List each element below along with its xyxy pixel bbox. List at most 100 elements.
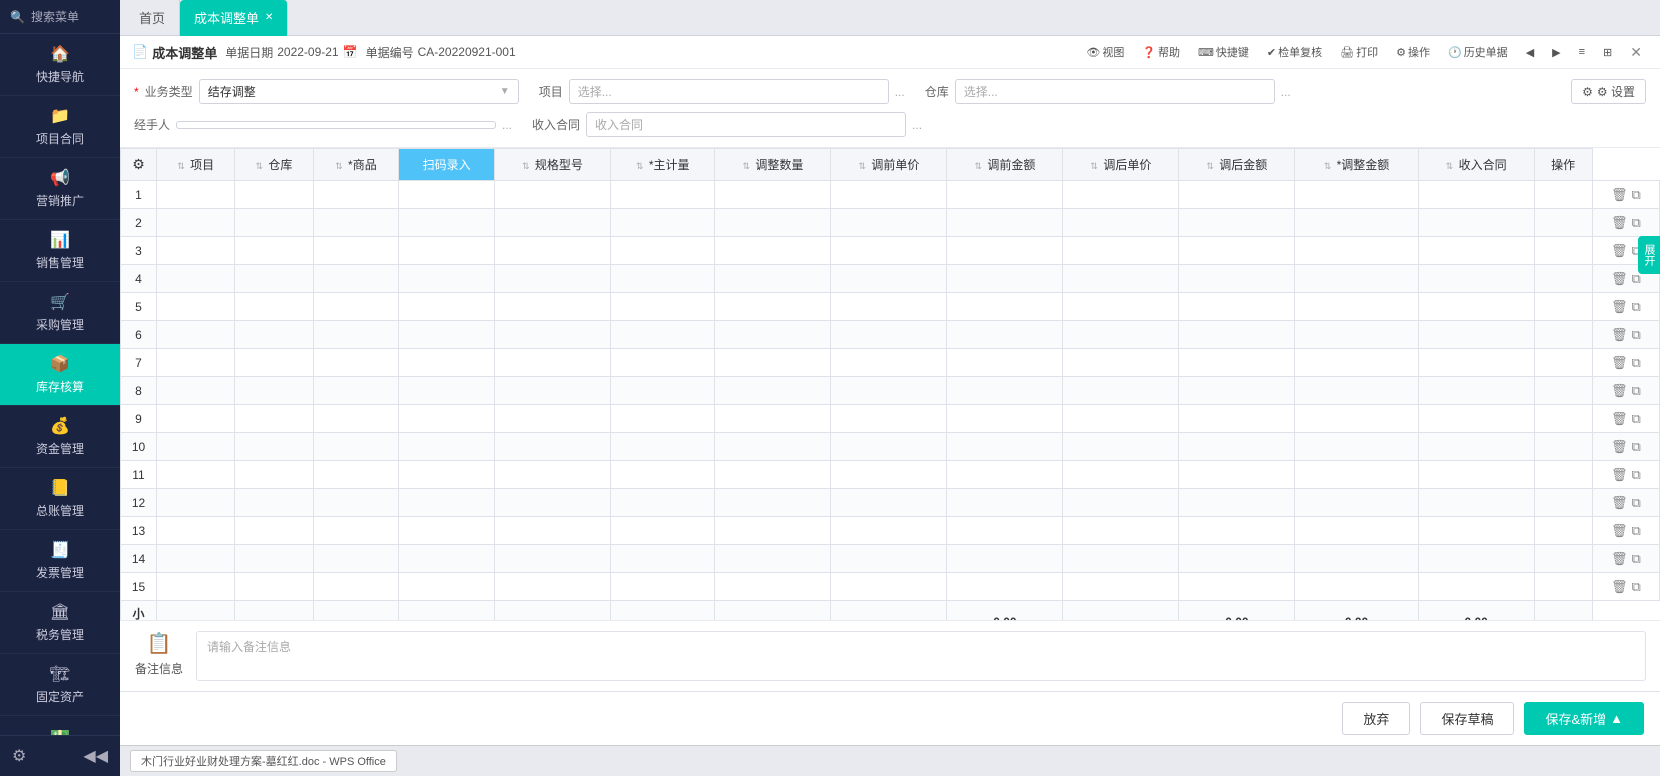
tab-cost-adjust[interactable]: 成本调整单 ✕: [180, 0, 288, 36]
settings-button[interactable]: ⚙ ⚙ 设置: [1571, 79, 1646, 104]
tab-home[interactable]: 首页: [125, 0, 180, 36]
copy-btn[interactable]: ⧉: [1631, 383, 1640, 399]
table-cell[interactable]: [1063, 461, 1179, 489]
table-cell[interactable]: [610, 405, 714, 433]
col-pre-amount[interactable]: ⇅ 调前金额: [947, 149, 1063, 181]
table-cell[interactable]: [495, 461, 611, 489]
table-cell[interactable]: [610, 293, 714, 321]
sidebar-item-inventory[interactable]: 📦 库存核算: [0, 344, 120, 406]
table-cell[interactable]: [831, 489, 947, 517]
table-cell[interactable]: [947, 181, 1063, 209]
table-cell[interactable]: [313, 545, 399, 573]
table-cell[interactable]: [1179, 321, 1295, 349]
table-cell[interactable]: [831, 573, 947, 601]
table-cell[interactable]: [1534, 433, 1592, 461]
table-cell[interactable]: [495, 433, 611, 461]
delete-btn[interactable]: 🗑: [1611, 327, 1628, 343]
table-cell[interactable]: [1295, 293, 1418, 321]
table-cell[interactable]: [715, 545, 831, 573]
table-cell[interactable]: [1179, 265, 1295, 293]
col-post-amount[interactable]: ⇅ 调后金额: [1179, 149, 1295, 181]
nav-next-btn[interactable]: ▶: [1546, 44, 1566, 61]
table-cell[interactable]: [1063, 545, 1179, 573]
table-cell[interactable]: [1534, 405, 1592, 433]
delete-btn[interactable]: 🗑: [1611, 355, 1628, 371]
view-list-btn[interactable]: ≡: [1573, 44, 1591, 60]
col-product[interactable]: ⇅ *商品: [313, 149, 399, 181]
table-cell[interactable]: [831, 349, 947, 377]
table-cell[interactable]: [495, 517, 611, 545]
table-cell[interactable]: [399, 545, 495, 573]
copy-btn[interactable]: ⧉: [1631, 439, 1640, 455]
table-cell[interactable]: [313, 433, 399, 461]
table-cell[interactable]: [1179, 573, 1295, 601]
table-cell[interactable]: [715, 237, 831, 265]
table-cell[interactable]: [1534, 321, 1592, 349]
delete-btn[interactable]: 🗑: [1611, 551, 1628, 567]
table-cell[interactable]: [399, 181, 495, 209]
table-cell[interactable]: [235, 349, 313, 377]
table-cell[interactable]: [313, 517, 399, 545]
table-cell[interactable]: [1179, 405, 1295, 433]
table-cell[interactable]: [1295, 461, 1418, 489]
table-cell[interactable]: [1295, 545, 1418, 573]
taskbar-wps-item[interactable]: 木门行业好业财处理方案-墓红红.doc - WPS Office: [130, 750, 397, 772]
table-cell[interactable]: [313, 377, 399, 405]
table-cell[interactable]: [1295, 349, 1418, 377]
green-tag[interactable]: 展开: [1638, 236, 1660, 274]
save-new-button[interactable]: 保存&新增 ▲: [1524, 702, 1644, 735]
sidebar-item-project-contract[interactable]: 📁 项目合同: [0, 96, 120, 158]
table-cell[interactable]: [715, 293, 831, 321]
table-cell[interactable]: [1418, 293, 1534, 321]
table-cell[interactable]: [715, 489, 831, 517]
table-cell[interactable]: [157, 293, 235, 321]
table-cell[interactable]: [235, 209, 313, 237]
table-cell[interactable]: [495, 545, 611, 573]
table-cell[interactable]: [235, 517, 313, 545]
handler-input[interactable]: [176, 121, 496, 129]
table-cell[interactable]: [157, 573, 235, 601]
table-cell[interactable]: [610, 461, 714, 489]
table-cell[interactable]: [1534, 209, 1592, 237]
sidebar-item-quick-nav[interactable]: 🏠 快捷导航: [0, 34, 120, 96]
table-cell[interactable]: [1295, 181, 1418, 209]
table-cell[interactable]: [399, 209, 495, 237]
copy-btn[interactable]: ⧉: [1631, 495, 1640, 511]
table-cell[interactable]: [235, 433, 313, 461]
table-cell[interactable]: [157, 433, 235, 461]
copy-btn[interactable]: ⧉: [1631, 355, 1640, 371]
table-cell[interactable]: [947, 545, 1063, 573]
table-cell[interactable]: [313, 265, 399, 293]
income-contract-dots[interactable]: ...: [912, 118, 922, 132]
table-cell[interactable]: [947, 377, 1063, 405]
check-btn[interactable]: ✔ 检单复核: [1261, 42, 1328, 62]
view-btn[interactable]: 👁 视图: [1080, 42, 1130, 62]
table-cell[interactable]: [399, 321, 495, 349]
table-cell[interactable]: [495, 237, 611, 265]
table-cell[interactable]: [495, 321, 611, 349]
table-cell[interactable]: [715, 573, 831, 601]
project-dots[interactable]: ...: [895, 85, 905, 99]
table-cell[interactable]: [831, 377, 947, 405]
income-contract-input[interactable]: 收入合同: [586, 112, 906, 137]
table-cell[interactable]: [1179, 517, 1295, 545]
col-scan[interactable]: 扫码录入: [399, 149, 495, 181]
table-cell[interactable]: [1418, 545, 1534, 573]
col-warehouse[interactable]: ⇅ 仓库: [235, 149, 313, 181]
copy-btn[interactable]: ⧉: [1631, 327, 1640, 343]
table-cell[interactable]: [715, 209, 831, 237]
table-cell[interactable]: [1418, 265, 1534, 293]
table-cell[interactable]: [157, 489, 235, 517]
table-cell[interactable]: [1418, 237, 1534, 265]
table-cell[interactable]: [1534, 573, 1592, 601]
table-cell[interactable]: [1063, 377, 1179, 405]
table-cell[interactable]: [495, 489, 611, 517]
table-cell[interactable]: [715, 405, 831, 433]
warehouse-dots[interactable]: ...: [1281, 85, 1291, 99]
table-cell[interactable]: [1534, 545, 1592, 573]
delete-btn[interactable]: 🗑: [1611, 271, 1628, 287]
table-cell[interactable]: [495, 349, 611, 377]
copy-btn[interactable]: ⧉: [1631, 467, 1640, 483]
table-cell[interactable]: [399, 293, 495, 321]
table-cell[interactable]: [1179, 461, 1295, 489]
